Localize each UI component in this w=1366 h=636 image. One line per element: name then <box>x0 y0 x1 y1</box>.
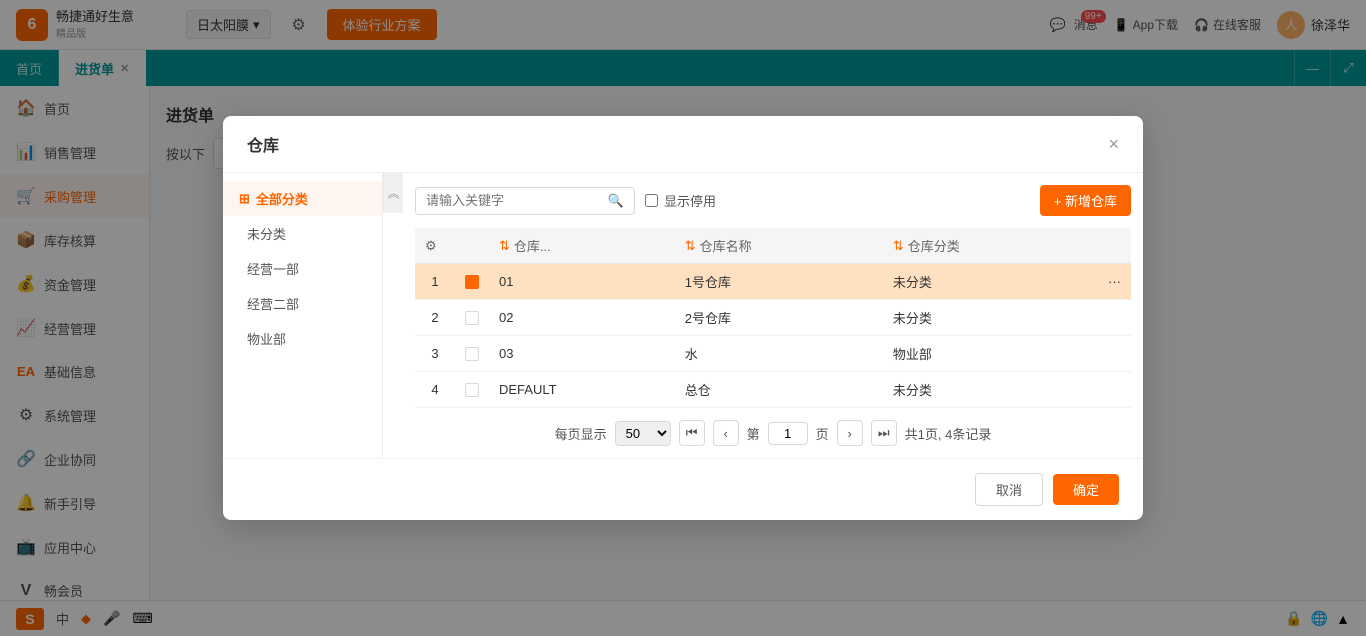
category-item-operations2[interactable]: 经营二部 <box>223 286 382 321</box>
th-checkbox <box>455 228 489 264</box>
cancel-button[interactable]: 取消 <box>975 473 1043 506</box>
row-more-button[interactable] <box>1091 372 1131 408</box>
add-warehouse-button[interactable]: + 新增仓库 <box>1040 185 1131 216</box>
page-number-input[interactable] <box>768 422 808 445</box>
table-row[interactable]: 3 03 水 物业部 <box>415 336 1131 372</box>
table-row[interactable]: 2 02 2号仓库 未分类 <box>415 300 1131 336</box>
row-category: 物业部 <box>883 336 1091 372</box>
row-number: 3 <box>415 336 455 372</box>
search-input-wrapper: 🔍 <box>415 187 635 215</box>
category-all-header[interactable]: ⊞ 全部分类 <box>223 181 382 216</box>
search-icon[interactable]: 🔍 <box>608 193 624 209</box>
category-item-property[interactable]: 物业部 <box>223 321 382 356</box>
modal-header: 仓库 × <box>223 116 1143 173</box>
page-prev-button[interactable]: ‹ <box>713 420 739 446</box>
row-name: 2号仓库 <box>675 300 883 336</box>
page-next-button[interactable]: › <box>837 420 863 446</box>
th-code: ⇅ 仓库... <box>489 228 675 264</box>
modal-close-button[interactable]: × <box>1108 134 1119 155</box>
row-more-button[interactable] <box>1091 336 1131 372</box>
th-actions <box>1091 228 1131 264</box>
table-toolbar: 🔍 显示停用 + 新增仓库 <box>415 185 1131 216</box>
row-checkbox[interactable] <box>455 336 489 372</box>
table-row[interactable]: 1 01 1号仓库 未分类 ··· <box>415 264 1131 300</box>
row-code: 02 <box>489 300 675 336</box>
search-input[interactable] <box>426 193 602 208</box>
warehouse-table: ⚙ ⇅ 仓库... ⇅ 仓库名称 <box>415 228 1131 408</box>
show-disabled-toggle[interactable] <box>645 194 658 207</box>
category-item-uncategorized[interactable]: 未分类 <box>223 216 382 251</box>
category-collapse-button[interactable]: 《 <box>383 173 403 213</box>
row-name: 总仓 <box>675 372 883 408</box>
page-label: 第 <box>747 424 760 443</box>
modal-body: ⊞ 全部分类 未分类 经营一部 经营二部 物业部 《 <box>223 173 1143 458</box>
row-name: 水 <box>675 336 883 372</box>
category-item-operations1[interactable]: 经营一部 <box>223 251 382 286</box>
total-info: 共1页, 4条记录 <box>905 424 992 443</box>
row-category: 未分类 <box>883 300 1091 336</box>
page-last-button[interactable]: ⏭ <box>871 420 897 446</box>
page-first-button[interactable]: ⏮ <box>679 420 705 446</box>
th-settings: ⚙ <box>415 228 455 264</box>
per-page-label: 每页显示 <box>555 424 607 443</box>
row-more-button[interactable] <box>1091 300 1131 336</box>
row-name: 1号仓库 <box>675 264 883 300</box>
th-category: ⇅ 仓库分类 <box>883 228 1091 264</box>
pagination: 每页显示 50 20 100 ⏮ ‹ 第 页 › ⏭ 共1页, 4条记录 <box>415 408 1131 446</box>
table-area: 🔍 显示停用 + 新增仓库 ⚙ <box>403 173 1143 458</box>
page-unit: 页 <box>816 424 829 443</box>
grid-icon: ⊞ <box>239 191 250 207</box>
category-sidebar: ⊞ 全部分类 未分类 经营一部 经营二部 物业部 <box>223 173 383 458</box>
row-code: 01 <box>489 264 675 300</box>
table-header-row: ⚙ ⇅ 仓库... ⇅ 仓库名称 <box>415 228 1131 264</box>
sort-icon: ⇅ <box>499 238 510 254</box>
row-checkbox[interactable] <box>455 264 489 300</box>
th-name: ⇅ 仓库名称 <box>675 228 883 264</box>
row-number: 4 <box>415 372 455 408</box>
row-category: 未分类 <box>883 264 1091 300</box>
row-code: DEFAULT <box>489 372 675 408</box>
row-number: 1 <box>415 264 455 300</box>
row-code: 03 <box>489 336 675 372</box>
modal-title: 仓库 <box>247 132 279 156</box>
row-number: 2 <box>415 300 455 336</box>
row-more-button[interactable]: ··· <box>1091 264 1131 300</box>
sort-icon: ⇅ <box>893 238 904 254</box>
confirm-button[interactable]: 确定 <box>1053 474 1119 505</box>
table-row[interactable]: 4 DEFAULT 总仓 未分类 <box>415 372 1131 408</box>
show-disabled-checkbox[interactable]: 显示停用 <box>645 191 716 210</box>
sort-icon: ⇅ <box>685 238 696 254</box>
modal-overlay: 仓库 × ⊞ 全部分类 未分类 经营一部 经营二部 <box>0 0 1366 636</box>
modal-footer: 取消 确定 <box>223 458 1143 520</box>
row-category: 未分类 <box>883 372 1091 408</box>
category-all-label: 全部分类 <box>256 189 308 208</box>
row-checkbox[interactable] <box>455 300 489 336</box>
warehouse-modal: 仓库 × ⊞ 全部分类 未分类 经营一部 经营二部 <box>223 116 1143 520</box>
row-checkbox[interactable] <box>455 372 489 408</box>
per-page-select[interactable]: 50 20 100 <box>615 421 671 446</box>
